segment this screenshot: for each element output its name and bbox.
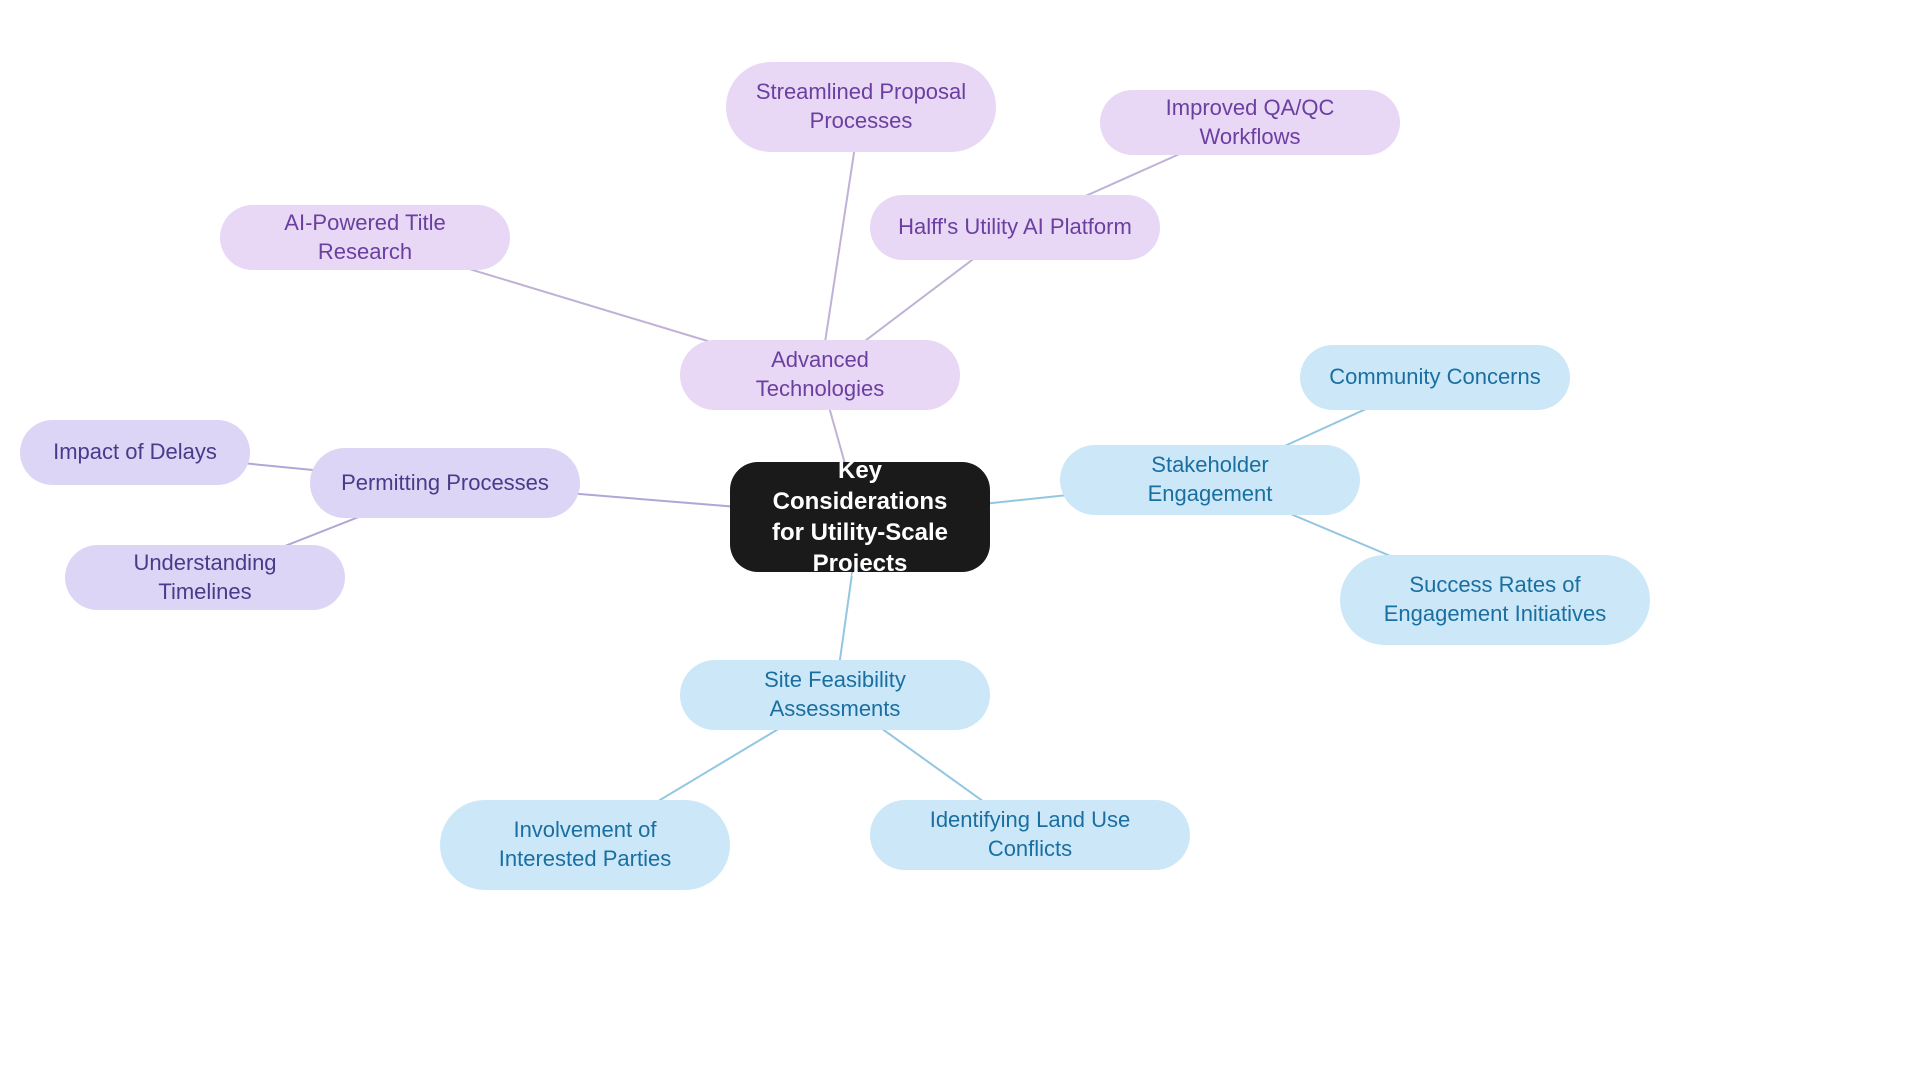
node-improved-qa: Improved QA/QC Workflows xyxy=(1100,90,1400,155)
node-streamlined-proposal: Streamlined Proposal Processes xyxy=(726,62,996,152)
node-community-concerns: Community Concerns xyxy=(1300,345,1570,410)
node-halff-utility: Halff's Utility AI Platform xyxy=(870,195,1160,260)
node-stakeholder: Stakeholder Engagement xyxy=(1060,445,1360,515)
node-ai-powered: AI-Powered Title Research xyxy=(220,205,510,270)
center-node: Key Considerations for Utility-Scale Pro… xyxy=(730,462,990,572)
node-land-use: Identifying Land Use Conflicts xyxy=(870,800,1190,870)
node-advanced-tech: Advanced Technologies xyxy=(680,340,960,410)
node-involvement: Involvement of Interested Parties xyxy=(440,800,730,890)
node-permitting: Permitting Processes xyxy=(310,448,580,518)
node-site-feasibility: Site Feasibility Assessments xyxy=(680,660,990,730)
mind-map: Key Considerations for Utility-Scale Pro… xyxy=(0,0,1920,1083)
node-impact-delays: Impact of Delays xyxy=(20,420,250,485)
node-success-rates: Success Rates of Engagement Initiatives xyxy=(1340,555,1650,645)
node-understanding-timelines: Understanding Timelines xyxy=(65,545,345,610)
